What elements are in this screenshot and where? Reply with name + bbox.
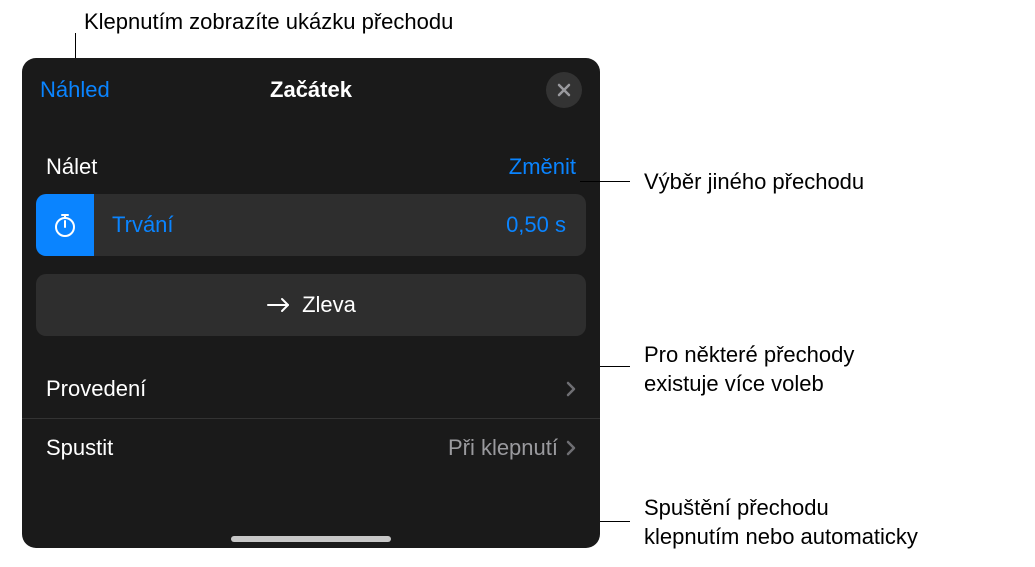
close-button[interactable]: [546, 72, 582, 108]
duration-label: Trvání: [112, 212, 174, 238]
callout-direction-line2: existuje více voleb: [644, 370, 854, 399]
chevron-right-icon: [566, 381, 576, 397]
callout-start-text: Spuštění přechodu klepnutím nebo automat…: [644, 494, 918, 551]
transition-name-label: Nálet: [46, 154, 97, 180]
delivery-row[interactable]: Provedení: [22, 360, 600, 418]
callout-preview-text: Klepnutím zobrazíte ukázku přechodu: [84, 8, 453, 37]
stopwatch-icon-container: [36, 194, 94, 256]
callout-direction-line1: Pro některé přechody: [644, 341, 854, 370]
callout-change-text: Výběr jiného přechodu: [644, 168, 864, 197]
callout-line: [600, 521, 630, 522]
callout-start-line1: Spuštění přechodu: [644, 494, 918, 523]
close-icon: [556, 82, 572, 98]
start-value: Při klepnutí: [448, 435, 558, 461]
direction-label: Zleva: [302, 292, 356, 318]
direction-row[interactable]: Zleva: [36, 274, 586, 336]
callout-start-line2: klepnutím nebo automaticky: [644, 523, 918, 552]
preview-button[interactable]: Náhled: [40, 77, 110, 103]
callout-direction-text: Pro některé přechody existuje více voleb: [644, 341, 854, 398]
delivery-label: Provedení: [46, 376, 146, 402]
panel-header: Náhled Začátek: [22, 58, 600, 118]
change-button[interactable]: Změnit: [509, 154, 576, 180]
panel-title: Začátek: [270, 77, 352, 103]
start-row[interactable]: Spustit Při klepnutí: [22, 418, 600, 485]
duration-row[interactable]: Trvání 0,50 s: [36, 194, 586, 256]
chevron-right-icon: [566, 440, 576, 456]
duration-value: 0,50 s: [506, 212, 566, 238]
transition-section-header: Nálet Změnit: [22, 118, 600, 194]
callout-line: [580, 181, 630, 182]
transition-settings-panel: Náhled Začátek Nálet Změnit Trvání 0,: [22, 58, 600, 548]
arrow-right-icon: [266, 296, 292, 314]
start-label: Spustit: [46, 435, 113, 461]
callout-line: [600, 366, 630, 367]
home-indicator: [231, 536, 391, 542]
stopwatch-icon: [51, 211, 79, 239]
